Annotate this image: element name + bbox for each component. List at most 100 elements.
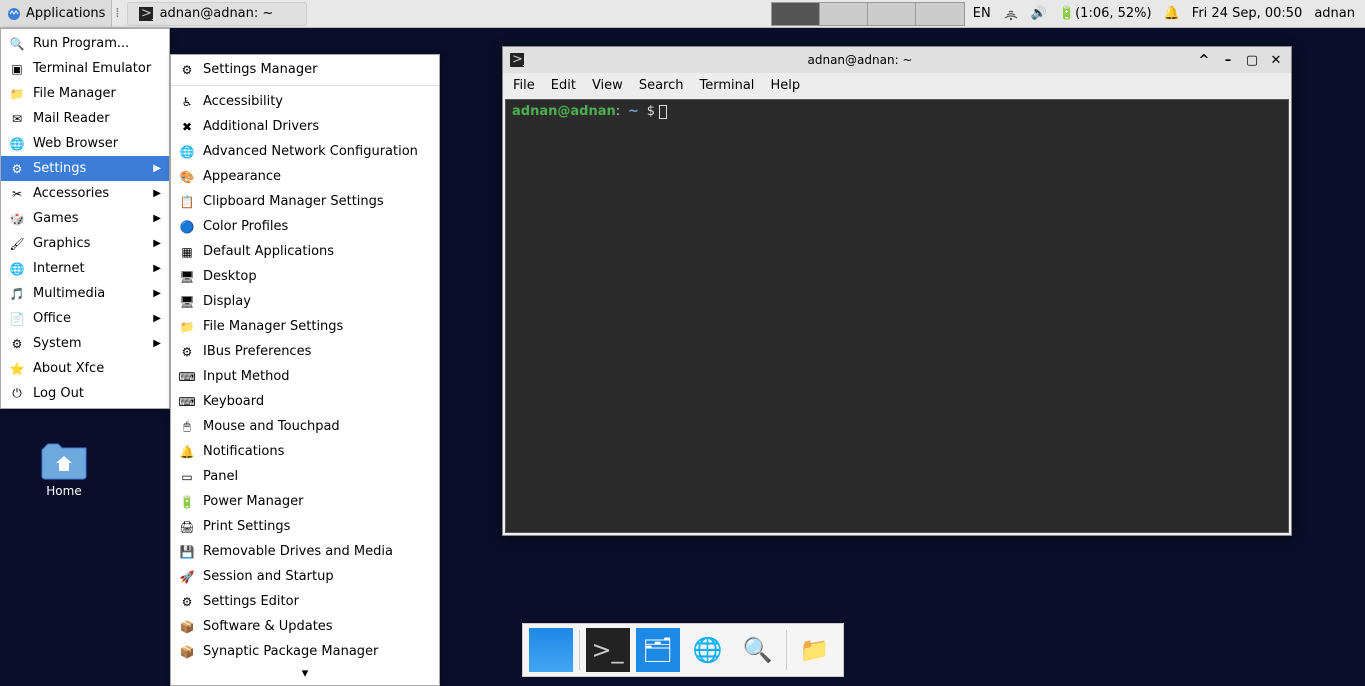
menu-item-file-manager[interactable]: 📁File Manager <box>1 81 169 106</box>
settings-item-print-settings[interactable]: 🖨Print Settings <box>171 514 439 539</box>
panel-left: Applications ⁞ >_ adnan@adnan: ~ <box>0 0 307 27</box>
menu-item-settings[interactable]: ⚙Settings▶ <box>1 156 169 181</box>
dock-files[interactable]: 🗂 <box>636 628 680 672</box>
battery-text: (1:06, 52%) <box>1075 6 1152 21</box>
terminal-titlebar[interactable]: >_ adnan@adnan: ~ ^ – ▢ ✕ <box>503 47 1291 73</box>
menu-item-log-out[interactable]: ⏻Log Out <box>1 381 169 406</box>
menu-label: Graphics <box>33 236 90 251</box>
settings-item-additional-drivers[interactable]: ✖Additional Drivers <box>171 114 439 139</box>
settings-item-settings-manager[interactable]: ⚙Settings Manager <box>171 57 439 82</box>
settings-item-power-manager[interactable]: 🔋Power Manager <box>171 489 439 514</box>
terminal-menu-edit[interactable]: Edit <box>551 78 576 93</box>
submenu-arrow-icon: ▶ <box>153 213 161 224</box>
menu-item-internet[interactable]: 🌐Internet▶ <box>1 256 169 281</box>
settings-item-panel[interactable]: ▭Panel <box>171 464 439 489</box>
menu-item-games[interactable]: 🎲Games▶ <box>1 206 169 231</box>
settings-item-notifications[interactable]: 🔔Notifications <box>171 439 439 464</box>
menu-item-terminal-emulator[interactable]: ▣Terminal Emulator <box>1 56 169 81</box>
window-close-button[interactable]: ✕ <box>1267 51 1285 69</box>
settings-item-input-method[interactable]: ⌨Input Method <box>171 364 439 389</box>
terminal-menu-search[interactable]: Search <box>639 78 684 93</box>
settings-item-mouse-and-touchpad[interactable]: 🖱Mouse and Touchpad <box>171 414 439 439</box>
menu-icon: ⚙ <box>179 62 195 78</box>
menu-icon: 🖥 <box>179 269 195 285</box>
window-maximize-button[interactable]: ▢ <box>1243 51 1261 69</box>
terminal-window: >_ adnan@adnan: ~ ^ – ▢ ✕ File Edit View Se… <box>502 46 1292 536</box>
menu-item-multimedia[interactable]: 🎵Multimedia▶ <box>1 281 169 306</box>
menu-icon: 📋 <box>179 194 195 210</box>
settings-item-synaptic-package-manager[interactable]: 📦Synaptic Package Manager <box>171 639 439 664</box>
settings-item-default-applications[interactable]: ▦Default Applications <box>171 239 439 264</box>
menu-item-web-browser[interactable]: 🌐Web Browser <box>1 131 169 156</box>
menu-item-mail-reader[interactable]: ✉Mail Reader <box>1 106 169 131</box>
network-icon[interactable] <box>999 6 1023 22</box>
menu-icon: 🖌 <box>9 236 25 252</box>
settings-item-color-profiles[interactable]: 🔵Color Profiles <box>171 214 439 239</box>
desktop-home-icon[interactable]: Home <box>40 440 88 498</box>
workspace-1[interactable] <box>772 3 820 25</box>
terminal-menu-terminal[interactable]: Terminal <box>699 78 754 93</box>
dock-separator <box>579 630 580 670</box>
menu-label: Mouse and Touchpad <box>203 419 340 434</box>
settings-item-ibus-preferences[interactable]: ⚙IBus Preferences <box>171 339 439 364</box>
settings-item-accessibility[interactable]: ♿Accessibility <box>171 89 439 114</box>
settings-item-appearance[interactable]: 🎨 Appearance <box>171 164 439 189</box>
menu-item-about-xfce[interactable]: ⭐About Xfce <box>1 356 169 381</box>
workspace-2[interactable] <box>820 3 868 25</box>
dock-browser[interactable]: 🌐 <box>686 628 730 672</box>
applications-menu-button[interactable]: Applications <box>0 0 112 27</box>
menu-item-office[interactable]: 📄Office▶ <box>1 306 169 331</box>
menu-label: Color Profiles <box>203 219 288 234</box>
menu-icon: 🔔 <box>179 444 195 460</box>
dock-terminal[interactable]: >_ <box>586 628 630 672</box>
terminal-menu-view[interactable]: View <box>592 78 623 93</box>
menu-item-system[interactable]: ⚙System▶ <box>1 331 169 356</box>
home-folder-icon <box>40 440 88 480</box>
taskbar-terminal-button[interactable]: >_ adnan@adnan: ~ <box>127 2 307 26</box>
terminal-body[interactable]: adnan@adnan: ~ $ <box>505 99 1289 533</box>
dock-folder[interactable]: 📁 <box>793 628 837 672</box>
language-indicator[interactable]: EN <box>969 6 995 21</box>
menu-label: Power Manager <box>203 494 303 509</box>
dock-separator <box>786 630 787 670</box>
prompt-path: ~ <box>628 104 639 119</box>
battery-indicator[interactable]: 🔋(1:06, 52%) <box>1055 6 1156 21</box>
dock-search[interactable]: 🔍 <box>736 628 780 672</box>
workspace-3[interactable] <box>868 3 916 25</box>
window-up-button[interactable]: ^ <box>1195 51 1213 69</box>
settings-item-removable-drives-and-media[interactable]: 💾Removable Drives and Media <box>171 539 439 564</box>
settings-item-advanced-network-configuration[interactable]: 🌐Advanced Network Configuration <box>171 139 439 164</box>
settings-item-desktop[interactable]: 🖥Desktop <box>171 264 439 289</box>
xfce-logo-icon <box>6 6 22 22</box>
menu-label: Software & Updates <box>203 619 333 634</box>
terminal-menu-help[interactable]: Help <box>770 78 800 93</box>
settings-item-file-manager-settings[interactable]: 📁File Manager Settings <box>171 314 439 339</box>
desktop-home-label: Home <box>40 484 88 498</box>
menu-icon: ⌨ <box>179 394 195 410</box>
clock[interactable]: Fri 24 Sep, 00:50 <box>1188 6 1307 21</box>
menu-label: Appearance <box>203 169 281 184</box>
menu-item-run-program[interactable]: 🔍Run Program... <box>1 31 169 56</box>
menu-overflow-arrow[interactable]: ▾ <box>171 664 439 683</box>
menu-item-accessories[interactable]: ✂Accessories▶ <box>1 181 169 206</box>
window-minimize-button[interactable]: – <box>1219 51 1237 69</box>
settings-item-software-updates[interactable]: 📦Software & Updates <box>171 614 439 639</box>
menu-item-graphics[interactable]: 🖌Graphics▶ <box>1 231 169 256</box>
settings-item-keyboard[interactable]: ⌨Keyboard <box>171 389 439 414</box>
menu-icon: ▭ <box>179 469 195 485</box>
settings-item-settings-editor[interactable]: ⚙Settings Editor <box>171 589 439 614</box>
notification-icon[interactable]: 🔔 <box>1160 6 1184 21</box>
dock-show-desktop[interactable] <box>529 628 573 672</box>
settings-item-session-and-startup[interactable]: 🚀Session and Startup <box>171 564 439 589</box>
workspace-4[interactable] <box>916 3 964 25</box>
terminal-menu-file[interactable]: File <box>513 78 535 93</box>
menu-icon: ✉ <box>9 111 25 127</box>
settings-item-clipboard-manager-settings[interactable]: 📋Clipboard Manager Settings <box>171 189 439 214</box>
settings-item-display[interactable]: 🖥Display <box>171 289 439 314</box>
user-label[interactable]: adnan <box>1310 6 1359 21</box>
menu-icon: 🎨 <box>179 169 195 185</box>
volume-icon[interactable]: 🔊 <box>1027 6 1051 21</box>
battery-icon: 🔋 <box>1059 6 1075 21</box>
menu-separator <box>171 85 439 86</box>
menu-icon: ✂ <box>9 186 25 202</box>
